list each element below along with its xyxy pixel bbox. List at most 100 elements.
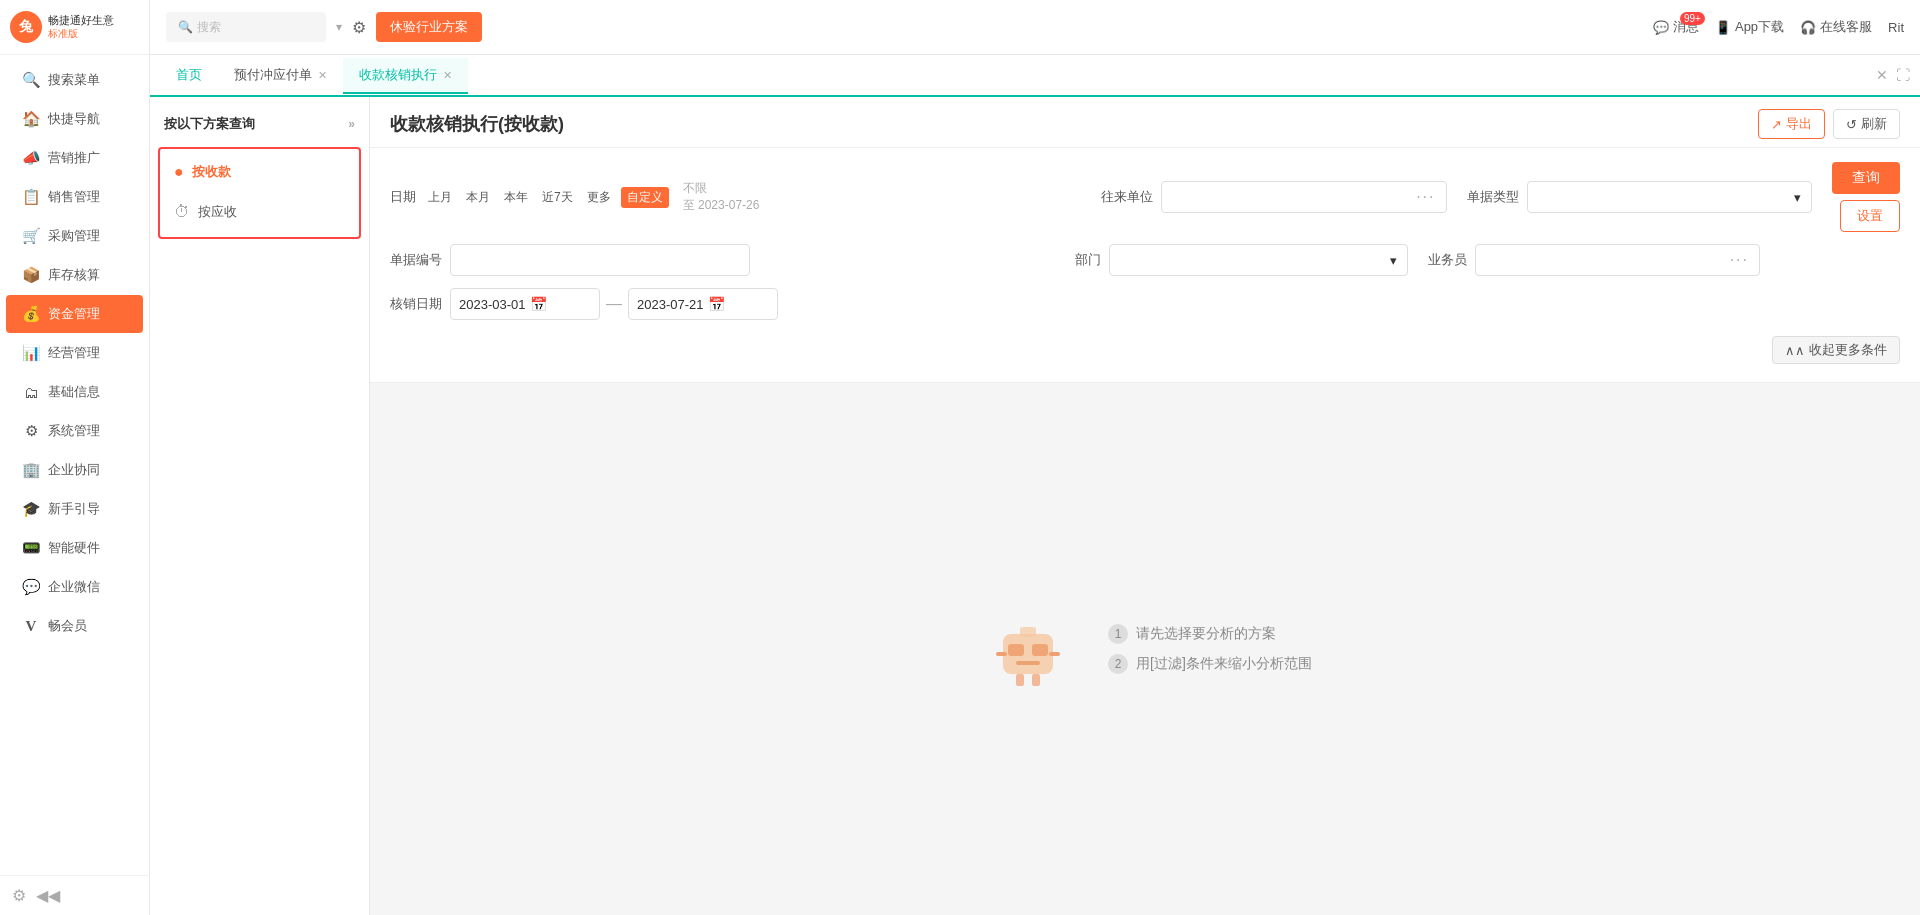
collapse-more-button[interactable]: ∧∧ 收起更多条件 [1772, 336, 1900, 364]
sidebar-item-system[interactable]: ⚙ 系统管理 [6, 412, 143, 450]
sidebar-item-operations[interactable]: 📊 经营管理 [6, 334, 143, 372]
filter-panel: 按以下方案查询 » ● 按收款 ⏱ 按应收 [150, 97, 370, 915]
settings-icon[interactable]: ⚙ [12, 886, 26, 905]
calendar-start-icon[interactable]: 📅 [530, 296, 547, 312]
sidebar-item-guide[interactable]: 🎓 新手引导 [6, 490, 143, 528]
sidebar-item-member[interactable]: V 畅会员 [6, 607, 143, 645]
header-search-box[interactable]: 🔍 搜索 [166, 12, 326, 42]
empty-state: 1 请先选择要分析的方案 2 用[过滤]条件来缩小分析范围 [370, 383, 1920, 915]
funds-icon: 💰 [22, 305, 40, 323]
form-row-2: 单据编号 部门 ▾ 业务员 ··· [390, 244, 1900, 276]
basic-info-icon: 🗂 [22, 384, 40, 401]
tip-num-2: 2 [1108, 654, 1128, 674]
sidebar-item-wechat[interactable]: 💬 企业微信 [6, 568, 143, 606]
sidebar-item-basic-info[interactable]: 🗂 基础信息 [6, 373, 143, 411]
partner-input[interactable]: ··· [1161, 181, 1447, 213]
partner-ellipsis[interactable]: ··· [1416, 188, 1435, 206]
app-download-button[interactable]: 📱 App下载 [1715, 18, 1784, 36]
date-btn-this-month[interactable]: 本月 [462, 187, 494, 208]
employee-input[interactable]: ··· [1475, 244, 1761, 276]
verify-date-start-value: 2023-03-01 [459, 297, 526, 312]
system-icon: ⚙ [22, 422, 40, 440]
message-badge: 99+ [1680, 12, 1705, 25]
filter-by-collection[interactable]: ● 按收款 [160, 153, 359, 191]
sidebar-item-enterprise[interactable]: 🏢 企业协同 [6, 451, 143, 489]
sidebar-item-label: 快捷导航 [48, 110, 100, 128]
date-btn-7days[interactable]: 近7天 [538, 187, 577, 208]
dept-select[interactable]: ▾ [1109, 244, 1408, 276]
close-window-icon[interactable]: ✕ [1876, 67, 1888, 83]
refresh-icon: ↺ [1846, 117, 1857, 132]
dept-field: 部门 ▾ [1075, 244, 1408, 276]
sidebar-item-label: 库存核算 [48, 266, 100, 284]
verify-date-label: 核销日期 [390, 295, 442, 313]
query-button[interactable]: 查询 [1832, 162, 1900, 194]
user-info[interactable]: Rit [1888, 20, 1904, 35]
empty-tip-2: 2 用[过滤]条件来缩小分析范围 [1108, 654, 1312, 674]
sidebar-item-label: 资金管理 [48, 305, 100, 323]
date-btn-more[interactable]: 更多 [583, 187, 615, 208]
tab-bar: 首页 预付冲应付单 ✕ 收款核销执行 ✕ ✕ ⛶ [150, 55, 1920, 97]
message-button[interactable]: 💬 消息 99+ [1653, 18, 1699, 36]
main-panel: 收款核销执行(按收款) ↗ 导出 ↺ 刷新 日期 [370, 97, 1920, 915]
date-quick-select: 上月 本月 本年 近7天 更多 自定义 [424, 187, 669, 208]
doc-type-select[interactable]: ▾ [1527, 181, 1813, 213]
tab-collection[interactable]: 收款核销执行 ✕ [343, 58, 468, 94]
page-actions: ↗ 导出 ↺ 刷新 [1758, 109, 1900, 139]
collection-icon: ● [174, 163, 184, 181]
settings-button[interactable]: 设置 [1840, 200, 1900, 232]
date-btn-custom[interactable]: 自定义 [621, 187, 669, 208]
doc-type-dropdown-icon: ▾ [1794, 190, 1801, 205]
date-btn-this-year[interactable]: 本年 [500, 187, 532, 208]
filter-panel-header: 按以下方案查询 » [150, 109, 369, 143]
doc-type-field: 单据类型 ▾ [1467, 181, 1813, 213]
tab-prepay-close-icon[interactable]: ✕ [318, 69, 327, 82]
content-area: 按以下方案查询 » ● 按收款 ⏱ 按应收 收款核销执行(按收款) [150, 97, 1920, 915]
filter-panel-collapse-icon[interactable]: » [348, 117, 355, 131]
page-title: 收款核销执行(按收款) [390, 112, 564, 136]
sidebar-item-search[interactable]: 🔍 搜索菜单 [6, 61, 143, 99]
svg-rect-4 [1020, 627, 1036, 637]
query-form: 日期 上月 本月 本年 近7天 更多 自定义 不限 至 2023-07-26 [370, 148, 1920, 383]
logo-icon: 兔 [10, 11, 42, 43]
sidebar-item-label: 基础信息 [48, 383, 100, 401]
sidebar-item-purchase[interactable]: 🛒 采购管理 [6, 217, 143, 255]
tab-collection-close-icon[interactable]: ✕ [443, 69, 452, 82]
refresh-button[interactable]: ↺ 刷新 [1833, 109, 1900, 139]
partner-field: 往来单位 ··· [1101, 181, 1447, 213]
export-button[interactable]: ↗ 导出 [1758, 109, 1825, 139]
date-btn-last-month[interactable]: 上月 [424, 187, 456, 208]
top-header: 🔍 搜索 ▾ ⚙ 休验行业方案 💬 消息 99+ 📱 App下载 🎧 在线客服 [150, 0, 1920, 55]
filter-by-receivable[interactable]: ⏱ 按应收 [160, 193, 359, 231]
header-gear-icon[interactable]: ⚙ [352, 18, 366, 37]
date-to-display: 至 2023-07-26 [683, 197, 760, 214]
sidebar-item-label: 采购管理 [48, 227, 100, 245]
doc-no-input[interactable] [450, 244, 750, 276]
sidebar-item-label: 新手引导 [48, 500, 100, 518]
sidebar-item-sales[interactable]: 📋 销售管理 [6, 178, 143, 216]
sidebar-item-label: 营销推广 [48, 149, 100, 167]
verify-date-start-input[interactable]: 2023-03-01 📅 [450, 288, 600, 320]
employee-ellipsis[interactable]: ··· [1730, 251, 1749, 269]
sidebar: 兔 畅捷通好生意 标准版 🔍 搜索菜单 🏠 快捷导航 📣 营销推广 📋 销售管理… [0, 0, 150, 915]
tab-prepay[interactable]: 预付冲应付单 ✕ [218, 58, 343, 94]
tab-home[interactable]: 首页 [160, 58, 218, 94]
verify-date-end-input[interactable]: 2023-07-21 📅 [628, 288, 778, 320]
sidebar-item-smart-hw[interactable]: 📟 智能硬件 [6, 529, 143, 567]
calendar-end-icon[interactable]: 📅 [708, 296, 725, 312]
sidebar-item-inventory[interactable]: 📦 库存核算 [6, 256, 143, 294]
collapse-sidebar-icon[interactable]: ◀◀ [36, 886, 60, 905]
tab-home-label: 首页 [176, 66, 202, 84]
solution-button[interactable]: 休验行业方案 [376, 12, 482, 42]
marketing-icon: 📣 [22, 149, 40, 167]
sidebar-item-quick-nav[interactable]: 🏠 快捷导航 [6, 100, 143, 138]
maximize-window-icon[interactable]: ⛶ [1896, 67, 1910, 83]
sales-icon: 📋 [22, 188, 40, 206]
search-icon: 🔍 [22, 71, 40, 89]
dropdown-icon[interactable]: ▾ [336, 20, 342, 34]
sidebar-item-marketing[interactable]: 📣 营销推广 [6, 139, 143, 177]
smart-hw-icon: 📟 [22, 539, 40, 557]
main-area: 🔍 搜索 ▾ ⚙ 休验行业方案 💬 消息 99+ 📱 App下载 🎧 在线客服 [150, 0, 1920, 915]
online-service-button[interactable]: 🎧 在线客服 [1800, 18, 1872, 36]
sidebar-item-funds[interactable]: 💰 资金管理 [6, 295, 143, 333]
